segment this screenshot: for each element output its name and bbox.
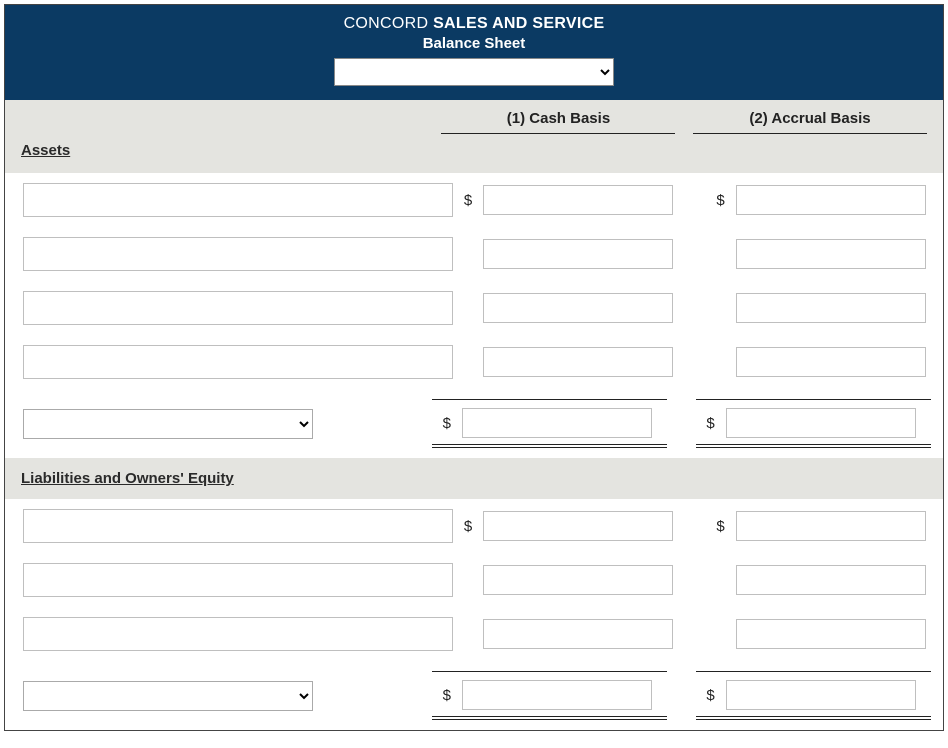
liab-row	[5, 553, 943, 607]
liab-accrual-input[interactable]	[736, 511, 926, 541]
assets-section-title: Assets	[5, 134, 943, 169]
liab-label-input[interactable]	[23, 509, 453, 543]
asset-cash-input[interactable]	[483, 347, 673, 377]
assets-total-accrual-input[interactable]	[726, 408, 916, 438]
liab-label-input[interactable]	[23, 563, 453, 597]
asset-label-input[interactable]	[23, 291, 453, 325]
currency-symbol: $	[706, 192, 736, 209]
liab-total-cash-input[interactable]	[462, 680, 652, 710]
currency-symbol: $	[432, 687, 462, 704]
currency-symbol: $	[696, 687, 726, 704]
company-name: CONCORD SALES AND SERVICE	[5, 15, 943, 33]
liab-row: $ $	[5, 499, 943, 553]
asset-accrual-input[interactable]	[736, 293, 926, 323]
liab-section-title: Liabilities and Owners' Equity	[5, 458, 943, 499]
asset-label-input[interactable]	[23, 183, 453, 217]
asset-row	[5, 335, 943, 389]
liab-row	[5, 607, 943, 661]
liab-accrual-input[interactable]	[736, 619, 926, 649]
currency-symbol: $	[432, 415, 462, 432]
liab-accrual-input[interactable]	[736, 565, 926, 595]
liab-label-input[interactable]	[23, 617, 453, 651]
column-headers-band: (1) Cash Basis (2) Accrual Basis Assets	[5, 100, 943, 173]
sheet-header: CONCORD SALES AND SERVICE Balance Sheet	[5, 5, 943, 100]
column-header-accrual: (2) Accrual Basis	[693, 110, 927, 134]
currency-symbol: $	[453, 518, 483, 535]
currency-symbol: $	[706, 518, 736, 535]
asset-accrual-input[interactable]	[736, 185, 926, 215]
asset-label-input[interactable]	[23, 237, 453, 271]
assets-total-cash-input[interactable]	[462, 408, 652, 438]
asset-cash-input[interactable]	[483, 239, 673, 269]
asset-cash-input[interactable]	[483, 185, 673, 215]
asset-label-input[interactable]	[23, 345, 453, 379]
column-header-cash: (1) Cash Basis	[441, 110, 675, 134]
asset-accrual-input[interactable]	[736, 347, 926, 377]
liab-cash-input[interactable]	[483, 565, 673, 595]
assets-total-row: $ $	[5, 389, 943, 458]
asset-accrual-input[interactable]	[736, 239, 926, 269]
liab-cash-input[interactable]	[483, 619, 673, 649]
liab-cash-input[interactable]	[483, 511, 673, 541]
currency-symbol: $	[696, 415, 726, 432]
company-prefix: CONCORD	[344, 15, 434, 32]
assets-total-select[interactable]	[23, 409, 313, 439]
currency-symbol: $	[453, 192, 483, 209]
asset-cash-input[interactable]	[483, 293, 673, 323]
asset-row: $ $	[5, 173, 943, 227]
asset-row	[5, 227, 943, 281]
liab-total-accrual-input[interactable]	[726, 680, 916, 710]
company-bold: SALES AND SERVICE	[433, 15, 604, 32]
date-select[interactable]	[334, 58, 614, 86]
asset-row	[5, 281, 943, 335]
statement-title: Balance Sheet	[5, 35, 943, 52]
liab-section-band: Liabilities and Owners' Equity	[5, 458, 943, 499]
liab-total-select[interactable]	[23, 681, 313, 711]
liab-total-row: $ $	[5, 661, 943, 730]
